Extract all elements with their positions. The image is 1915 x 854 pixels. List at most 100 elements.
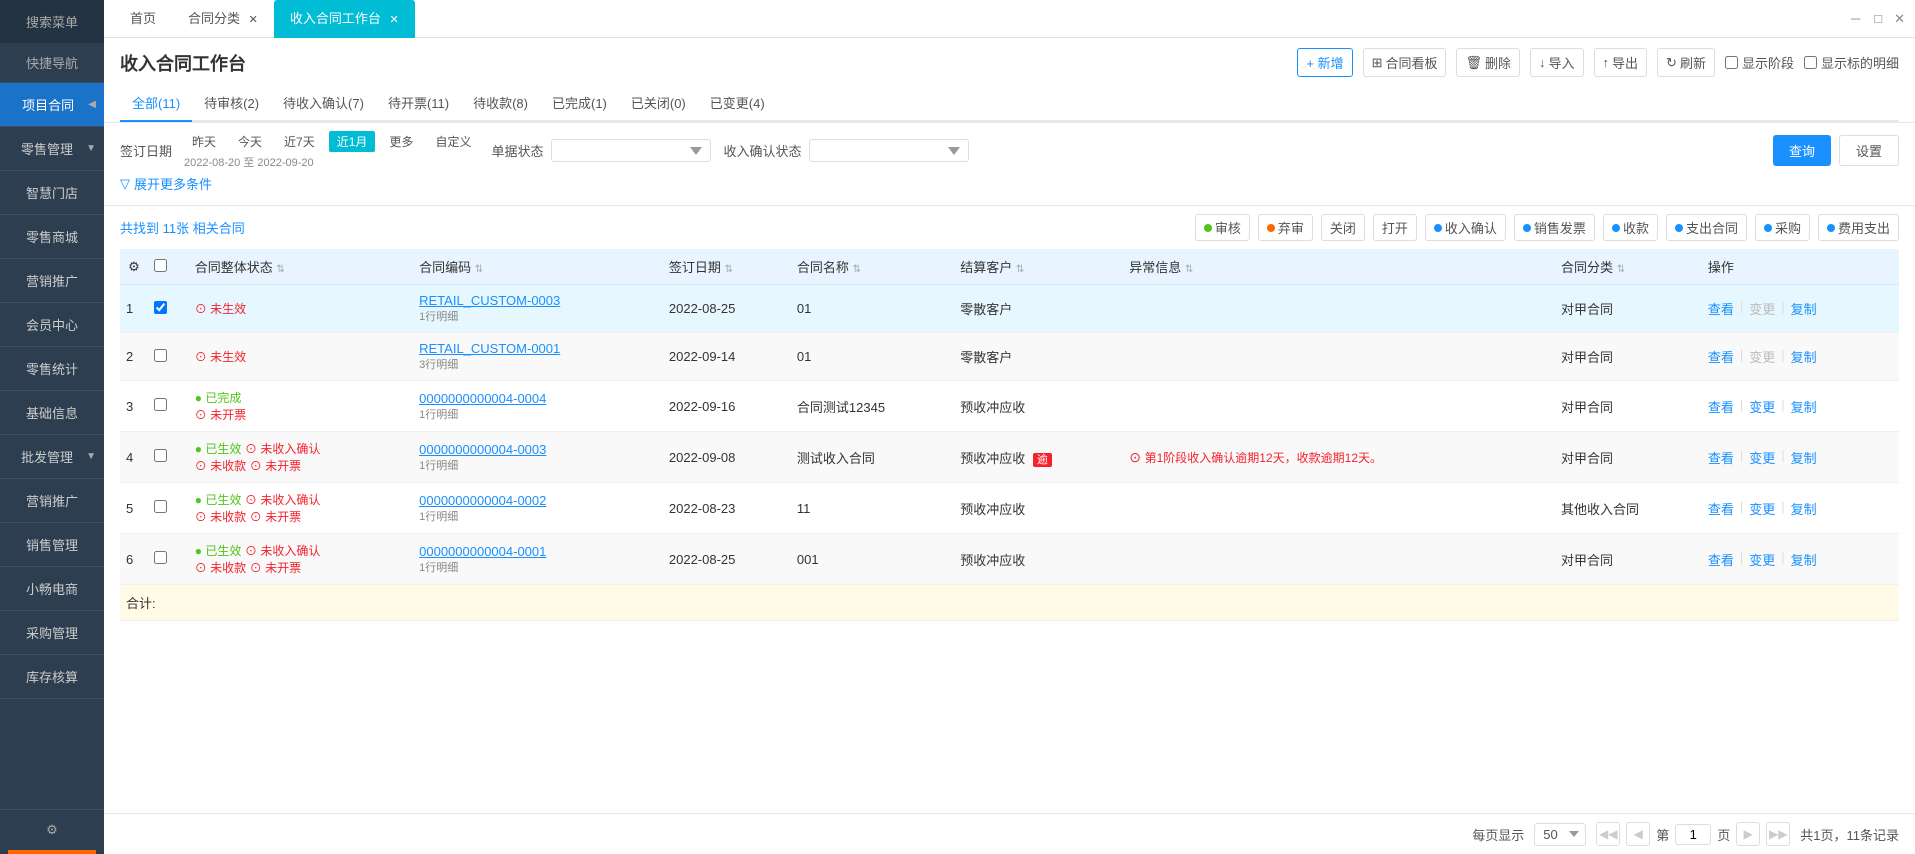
refresh-button[interactable]: ↻ 刷新 bbox=[1657, 48, 1715, 77]
last-page-btn[interactable]: ▶▶ bbox=[1766, 822, 1790, 846]
select-all-checkbox[interactable] bbox=[154, 259, 167, 272]
sidebar-item-basic-info[interactable]: 基础信息 bbox=[0, 391, 104, 435]
status-tab-completed[interactable]: 已完成(1) bbox=[540, 85, 619, 122]
action-view-5[interactable]: 查看 bbox=[1708, 499, 1734, 518]
sort-icon-name[interactable]: ⇅ bbox=[853, 264, 861, 275]
action-btn-expense-contract[interactable]: 支出合同 bbox=[1666, 214, 1747, 241]
first-page-btn[interactable]: ◀◀ bbox=[1596, 822, 1620, 846]
status-tab-pending-payment[interactable]: 待收款(8) bbox=[461, 85, 540, 122]
contract-code-link-4[interactable]: 0000000000004-0003 bbox=[419, 442, 546, 457]
sidebar-item-sales-mgmt[interactable]: 销售管理 bbox=[0, 523, 104, 567]
sidebar-item-marketing2[interactable]: 营销推广 bbox=[0, 479, 104, 523]
sidebar-item-retail-mall[interactable]: 零售商城 bbox=[0, 215, 104, 259]
sidebar-item-retail-mgmt[interactable]: 零售管理 ▼ bbox=[0, 127, 104, 171]
status-tab-pending-review[interactable]: 待审核(2) bbox=[192, 85, 271, 122]
action-copy-4[interactable]: 复制 bbox=[1791, 448, 1817, 467]
sidebar-item-marketing[interactable]: 营销推广 bbox=[0, 259, 104, 303]
sidebar-item-inventory[interactable]: 库存核算 bbox=[0, 655, 104, 699]
tab-income-workbench[interactable]: 收入合同工作台 ✕ bbox=[274, 0, 415, 38]
action-btn-purchase[interactable]: 采购 bbox=[1755, 214, 1810, 241]
sidebar-item-smart-store[interactable]: 智慧门店 bbox=[0, 171, 104, 215]
status-tab-changed[interactable]: 已变更(4) bbox=[698, 85, 777, 122]
sidebar-item-ecommerce[interactable]: 小畅电商 bbox=[0, 567, 104, 611]
action-copy-1[interactable]: 复制 bbox=[1791, 299, 1817, 318]
td-checkbox-4[interactable] bbox=[148, 432, 189, 483]
date-btn-yesterday[interactable]: 昨天 bbox=[184, 131, 224, 152]
new-button[interactable]: + 新增 bbox=[1297, 48, 1352, 77]
date-btn-7days[interactable]: 近7天 bbox=[276, 131, 323, 152]
date-btn-custom[interactable]: 自定义 bbox=[427, 131, 479, 152]
delete-button[interactable]: 🗑 删除 bbox=[1456, 48, 1520, 77]
action-view-1[interactable]: 查看 bbox=[1708, 299, 1734, 318]
action-copy-2[interactable]: 复制 bbox=[1791, 347, 1817, 366]
contract-code-link-1[interactable]: RETAIL_CUSTOM-0003 bbox=[419, 293, 560, 308]
status-tab-pending-confirm[interactable]: 待收入确认(7) bbox=[271, 85, 376, 122]
status-tab-pending-invoice[interactable]: 待开票(11) bbox=[376, 85, 461, 122]
action-btn-expense-out[interactable]: 费用支出 bbox=[1818, 214, 1899, 241]
show-marks-checkbox[interactable]: 显示标的明细 bbox=[1804, 53, 1899, 72]
receipt-confirm-select[interactable] bbox=[809, 139, 969, 162]
import-button[interactable]: ↓ 导入 bbox=[1530, 48, 1584, 77]
th-checkbox[interactable] bbox=[148, 249, 189, 285]
action-change-4[interactable]: 变更 bbox=[1749, 448, 1775, 467]
action-view-4[interactable]: 查看 bbox=[1708, 448, 1734, 467]
tab-contract-category[interactable]: 合同分类 ✕ bbox=[172, 0, 274, 38]
action-change-6[interactable]: 变更 bbox=[1749, 550, 1775, 569]
show-fields-checkbox[interactable]: 显示阶段 bbox=[1725, 53, 1794, 72]
expand-more-btn[interactable]: ▽ 展开更多条件 bbox=[120, 170, 1899, 197]
td-checkbox-3[interactable] bbox=[148, 381, 189, 432]
contract-code-link-5[interactable]: 0000000000004-0002 bbox=[419, 493, 546, 508]
action-view-2[interactable]: 查看 bbox=[1708, 347, 1734, 366]
td-checkbox-6[interactable] bbox=[148, 534, 189, 585]
contract-panel-button[interactable]: ⊞ 合同看板 bbox=[1363, 48, 1447, 77]
maximize-btn[interactable]: □ bbox=[1874, 11, 1882, 26]
export-button[interactable]: ↑ 导出 bbox=[1594, 48, 1648, 77]
sort-icon-date[interactable]: ⇅ bbox=[725, 264, 733, 275]
date-btn-today[interactable]: 今天 bbox=[230, 131, 270, 152]
minimize-btn[interactable]: － bbox=[1849, 9, 1862, 28]
action-btn-close[interactable]: 关闭 bbox=[1321, 214, 1365, 241]
contract-code-link-6[interactable]: 0000000000004-0001 bbox=[419, 544, 546, 559]
td-checkbox-2[interactable] bbox=[148, 333, 189, 381]
action-btn-sales-invoice[interactable]: 销售发票 bbox=[1514, 214, 1595, 241]
next-page-btn[interactable]: ▶ bbox=[1736, 822, 1760, 846]
td-checkbox-5[interactable] bbox=[148, 483, 189, 534]
contract-code-link-3[interactable]: 0000000000004-0004 bbox=[419, 391, 546, 406]
sort-icon-code[interactable]: ⇅ bbox=[475, 264, 483, 275]
th-settings[interactable]: ⚙ bbox=[120, 249, 148, 285]
page-input[interactable] bbox=[1675, 824, 1711, 845]
tab-close-income-workbench[interactable]: ✕ bbox=[390, 14, 399, 26]
sidebar-quick-nav[interactable]: 快捷导航 bbox=[0, 43, 104, 83]
query-button[interactable]: 查询 bbox=[1773, 135, 1831, 166]
action-change-1[interactable]: 变更 bbox=[1749, 299, 1775, 318]
sidebar-item-purchase-mgmt[interactable]: 采购管理 bbox=[0, 611, 104, 655]
sidebar-item-wholesale-mgmt[interactable]: 批发管理 ▼ bbox=[0, 435, 104, 479]
filter-settings-button[interactable]: 设置 bbox=[1839, 135, 1899, 166]
doc-status-select[interactable] bbox=[551, 139, 711, 162]
action-btn-income-confirm[interactable]: 收入确认 bbox=[1425, 214, 1506, 241]
sort-icon-status[interactable]: ⇅ bbox=[276, 264, 284, 275]
action-btn-open[interactable]: 打开 bbox=[1373, 214, 1417, 241]
action-copy-5[interactable]: 复制 bbox=[1791, 499, 1817, 518]
prev-page-btn[interactable]: ◀ bbox=[1626, 822, 1650, 846]
per-page-select[interactable]: 10 20 50 100 bbox=[1534, 823, 1586, 846]
action-copy-3[interactable]: 复制 bbox=[1791, 397, 1817, 416]
action-btn-payment[interactable]: 收款 bbox=[1603, 214, 1658, 241]
action-view-6[interactable]: 查看 bbox=[1708, 550, 1734, 569]
action-btn-audit[interactable]: 审核 bbox=[1195, 214, 1250, 241]
sidebar-search[interactable]: 搜索菜单 bbox=[0, 0, 104, 43]
status-tab-closed[interactable]: 已关闭(0) bbox=[619, 85, 698, 122]
sidebar-item-project-contract[interactable]: 项目合同 ◀ bbox=[0, 83, 104, 127]
action-btn-abandon-audit[interactable]: 弃审 bbox=[1258, 214, 1313, 241]
contract-code-link-2[interactable]: RETAIL_CUSTOM-0001 bbox=[419, 341, 560, 356]
sort-icon-error[interactable]: ⇅ bbox=[1185, 264, 1193, 275]
sort-icon-customer[interactable]: ⇅ bbox=[1016, 264, 1024, 275]
tab-home[interactable]: 首页 bbox=[114, 0, 172, 38]
status-tab-all[interactable]: 全部(11) bbox=[120, 85, 192, 122]
action-change-5[interactable]: 变更 bbox=[1749, 499, 1775, 518]
sidebar-item-retail-stats[interactable]: 零售统计 bbox=[0, 347, 104, 391]
date-btn-more[interactable]: 更多 bbox=[381, 131, 421, 152]
close-btn[interactable]: ✕ bbox=[1894, 11, 1905, 27]
sort-icon-category[interactable]: ⇅ bbox=[1617, 264, 1625, 275]
action-view-3[interactable]: 查看 bbox=[1708, 397, 1734, 416]
